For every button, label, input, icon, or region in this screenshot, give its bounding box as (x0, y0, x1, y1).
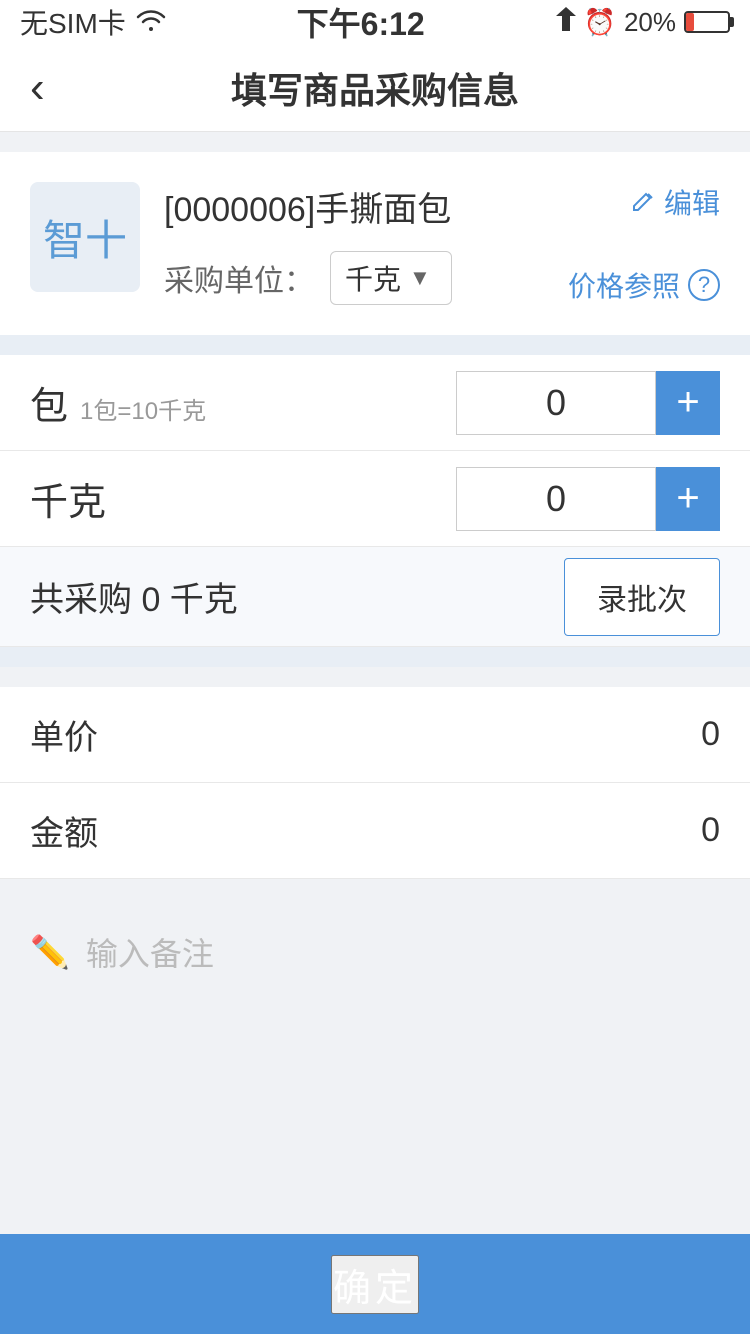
section-divider-2 (0, 647, 750, 667)
batch-button[interactable]: 录批次 (564, 558, 720, 636)
chevron-down-icon: ▼ (409, 265, 431, 291)
carrier-text: 无SIM卡 (20, 2, 126, 42)
kg-label: 千克 (30, 471, 106, 526)
total-text: 共采购 0 千克 (30, 572, 238, 621)
edit-label: 编辑 (664, 182, 720, 222)
price-ref-label: 价格参照 (568, 265, 680, 305)
price-ref-button[interactable]: 价格参照 ? (568, 265, 720, 305)
main-content: 智十 [0000006]手撕面包 采购单位： 千克 ▼ 编辑 价格参照 ? (0, 152, 750, 1052)
unit-price-label: 单价 (30, 710, 98, 759)
bag-input[interactable]: 0 (456, 371, 656, 435)
battery-icon (684, 11, 730, 33)
unit-label: 采购单位： (164, 256, 314, 300)
help-icon: ? (688, 269, 720, 301)
kg-label-group: 千克 (30, 471, 230, 526)
nav-bar: ‹ 填写商品采购信息 (0, 44, 750, 132)
unit-value: 千克 (345, 258, 401, 298)
footer: 确定 (0, 1234, 750, 1334)
amount-row: 金额 0 (0, 783, 750, 879)
status-bar: 无SIM卡 下午6:12 ⏰ 20% (0, 0, 750, 44)
confirm-button[interactable]: 确定 (331, 1255, 419, 1314)
amount-value: 0 (701, 811, 720, 850)
pencil-icon: ✏️ (30, 933, 70, 971)
input-section: 包 1包=10千克 0 + 千克 0 + 共采购 0 千克 录批次 (0, 355, 750, 647)
location-icon (556, 7, 576, 38)
kg-input[interactable]: 0 (456, 467, 656, 531)
battery-percent: 20% (624, 7, 676, 38)
status-bar-right: ⏰ 20% (556, 7, 730, 38)
notes-placeholder: 输入备注 (86, 929, 214, 975)
product-image: 智十 (30, 182, 140, 292)
total-row: 共采购 0 千克 录批次 (0, 547, 750, 647)
kg-plus-button[interactable]: + (656, 467, 720, 531)
back-button[interactable]: ‹ (30, 66, 45, 110)
unit-select[interactable]: 千克 ▼ (330, 251, 452, 305)
bag-qty-control: 0 + (456, 371, 720, 435)
bag-label-group: 包 1包=10千克 (30, 375, 230, 430)
kg-row: 千克 0 + (0, 451, 750, 547)
bag-row: 包 1包=10千克 0 + (0, 355, 750, 451)
status-bar-time: 下午6:12 (297, 0, 425, 45)
bag-label: 包 (30, 375, 68, 430)
alarm-icon: ⏰ (584, 7, 616, 38)
bag-sub-label: 1包=10千克 (80, 391, 206, 426)
price-section: 单价 0 金额 0 (0, 687, 750, 879)
kg-qty-control: 0 + (456, 467, 720, 531)
unit-price-value: 0 (701, 715, 720, 754)
wifi-icon (136, 6, 166, 38)
amount-label: 金额 (30, 806, 98, 855)
status-bar-left: 无SIM卡 (20, 2, 166, 42)
notes-section[interactable]: ✏️ 输入备注 (0, 899, 750, 1005)
unit-price-row: 单价 0 (0, 687, 750, 783)
edit-button[interactable]: 编辑 (630, 182, 720, 222)
bag-plus-button[interactable]: + (656, 371, 720, 435)
product-logo: 智十 (43, 207, 127, 268)
section-divider (0, 335, 750, 355)
product-card: 智十 [0000006]手撕面包 采购单位： 千克 ▼ 编辑 价格参照 ? (0, 152, 750, 335)
page-title: 填写商品采购信息 (231, 62, 519, 114)
